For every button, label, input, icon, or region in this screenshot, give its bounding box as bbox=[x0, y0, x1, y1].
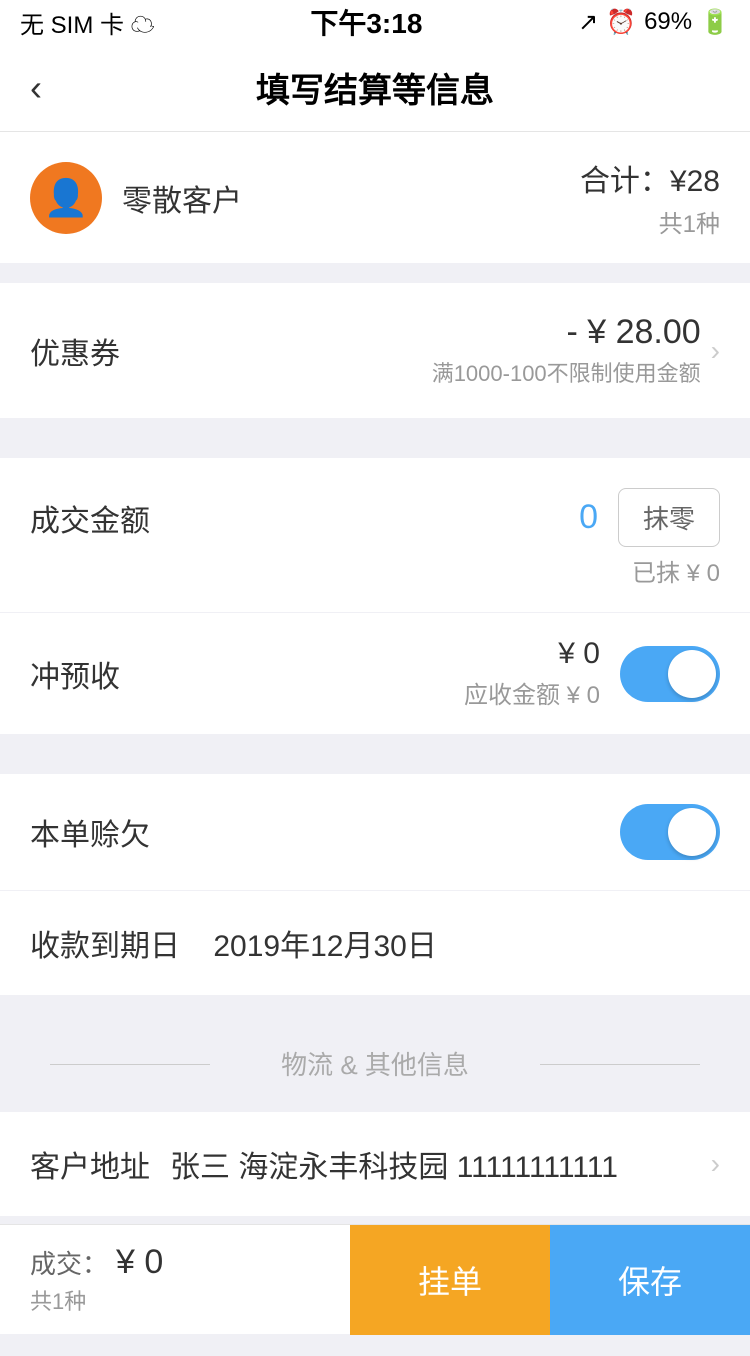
deal-amount: ¥ 0 bbox=[116, 1243, 163, 1282]
bottom-info: 成交： ¥ 0 共1种 bbox=[0, 1243, 350, 1316]
transaction-right: 0 抹零 bbox=[579, 488, 720, 547]
transaction-label: 成交金额 bbox=[30, 496, 150, 540]
coupon-right: - ¥ 28.00 满1000-100不限制使用金额 › bbox=[432, 313, 720, 388]
back-button[interactable]: ‹ bbox=[30, 67, 42, 109]
chevron-right-icon: › bbox=[711, 335, 720, 367]
avatar: 👤 bbox=[30, 162, 102, 234]
gray-divider-2 bbox=[0, 754, 750, 774]
pre-amount-block: ¥ 0 应收金额 ¥ 0 bbox=[464, 637, 600, 710]
coupon-label: 优惠券 bbox=[30, 329, 120, 373]
total-amount: 合计：¥28 bbox=[580, 156, 720, 200]
customer-name: 零散客户 bbox=[122, 176, 242, 220]
coupon-desc: 满1000-100不限制使用金额 bbox=[432, 356, 701, 388]
pre-receive-amount: ¥ 0 bbox=[464, 637, 600, 671]
transaction-card: 成交金额 0 抹零 已抹 ¥ 0 冲预收 ¥ 0 应收金额 ¥ 0 bbox=[0, 458, 750, 734]
round-off-button[interactable]: 抹零 bbox=[618, 488, 720, 547]
customer-row: 👤 零散客户 合计：¥28 共1种 bbox=[0, 132, 750, 263]
due-date-row: 收款到期日 2019年12月30日 bbox=[0, 890, 750, 995]
pre-receive-right: ¥ 0 应收金额 ¥ 0 bbox=[464, 637, 720, 710]
location-icon: ↗ bbox=[578, 8, 598, 37]
customer-right: 合计：¥28 共1种 bbox=[580, 156, 720, 239]
logistics-separator: 物流 & 其他信息 bbox=[0, 1015, 750, 1112]
pre-receive-label: 冲预收 bbox=[30, 652, 120, 696]
total-count: 共1种 bbox=[580, 204, 720, 239]
debt-toggle[interactable] bbox=[620, 804, 720, 860]
address-label: 客户地址 bbox=[30, 1142, 150, 1186]
status-right: ↗ ⏰ 69% 🔋 bbox=[578, 8, 730, 37]
coupon-row[interactable]: 优惠券 - ¥ 28.00 满1000-100不限制使用金额 › bbox=[0, 283, 750, 418]
customer-card: 👤 零散客户 合计：¥28 共1种 bbox=[0, 132, 750, 263]
customer-left: 👤 零散客户 bbox=[30, 162, 242, 234]
alarm-icon: ⏰ bbox=[606, 8, 636, 37]
transaction-section: 成交金额 0 抹零 已抹 ¥ 0 bbox=[0, 458, 750, 612]
sim-status: 无 SIM 卡 ☁ bbox=[20, 5, 155, 40]
due-date-spacer bbox=[188, 930, 205, 963]
pending-button[interactable]: 挂单 bbox=[350, 1225, 550, 1335]
address-card: 客户地址 张三 海淀永丰科技园 11111111111 › bbox=[0, 1112, 750, 1216]
coupon-info: - ¥ 28.00 满1000-100不限制使用金额 bbox=[432, 313, 701, 388]
transaction-row: 成交金额 0 抹零 bbox=[30, 488, 720, 547]
bottom-bar: 成交： ¥ 0 共1种 挂单 保存 bbox=[0, 1224, 750, 1334]
pre-receive-row: 冲预收 ¥ 0 应收金额 ¥ 0 bbox=[0, 612, 750, 734]
toggle-knob bbox=[668, 650, 716, 698]
page-title: 填写结算等信息 bbox=[256, 63, 494, 112]
save-button[interactable]: 保存 bbox=[550, 1225, 750, 1335]
logistics-text: 物流 & 其他信息 bbox=[281, 1050, 469, 1080]
due-date-label: 收款到期日 bbox=[30, 930, 180, 963]
main-content: 👤 零散客户 合计：¥28 共1种 优惠券 - ¥ 28.00 满1000-10… bbox=[0, 132, 750, 1356]
debt-label: 本单赊欠 bbox=[30, 810, 150, 854]
coupon-amount: - ¥ 28.00 bbox=[432, 313, 701, 352]
debt-row: 本单赊欠 bbox=[0, 774, 750, 890]
gray-divider-1 bbox=[0, 438, 750, 458]
address-chevron-icon: › bbox=[711, 1148, 720, 1180]
coupon-card: 优惠券 - ¥ 28.00 满1000-100不限制使用金额 › bbox=[0, 283, 750, 418]
battery-level: 69% bbox=[644, 8, 692, 36]
status-left: 无 SIM 卡 ☁ bbox=[20, 5, 155, 40]
pre-receive-sub: 应收金额 ¥ 0 bbox=[464, 675, 600, 710]
battery-icon: 🔋 bbox=[700, 8, 730, 37]
address-row[interactable]: 客户地址 张三 海淀永丰科技园 11111111111 › bbox=[0, 1112, 750, 1216]
status-bar: 无 SIM 卡 ☁ 下午3:18 ↗ ⏰ 69% 🔋 bbox=[0, 0, 750, 44]
deal-label: 成交： bbox=[30, 1244, 108, 1281]
deal-count: 共1种 bbox=[30, 1284, 320, 1316]
transaction-sub: 已抹 ¥ 0 bbox=[30, 553, 720, 588]
pre-receive-toggle[interactable] bbox=[620, 646, 720, 702]
address-value: 张三 海淀永丰科技园 11111111111 bbox=[170, 1142, 711, 1186]
transaction-amount[interactable]: 0 bbox=[579, 498, 598, 537]
due-date-value: 2019年12月30日 bbox=[213, 930, 436, 963]
nav-bar: ‹ 填写结算等信息 bbox=[0, 44, 750, 132]
avatar-icon: 👤 bbox=[44, 177, 89, 219]
status-time: 下午3:18 bbox=[310, 2, 422, 42]
debt-card: 本单赊欠 收款到期日 2019年12月30日 bbox=[0, 774, 750, 995]
debt-toggle-knob bbox=[668, 808, 716, 856]
